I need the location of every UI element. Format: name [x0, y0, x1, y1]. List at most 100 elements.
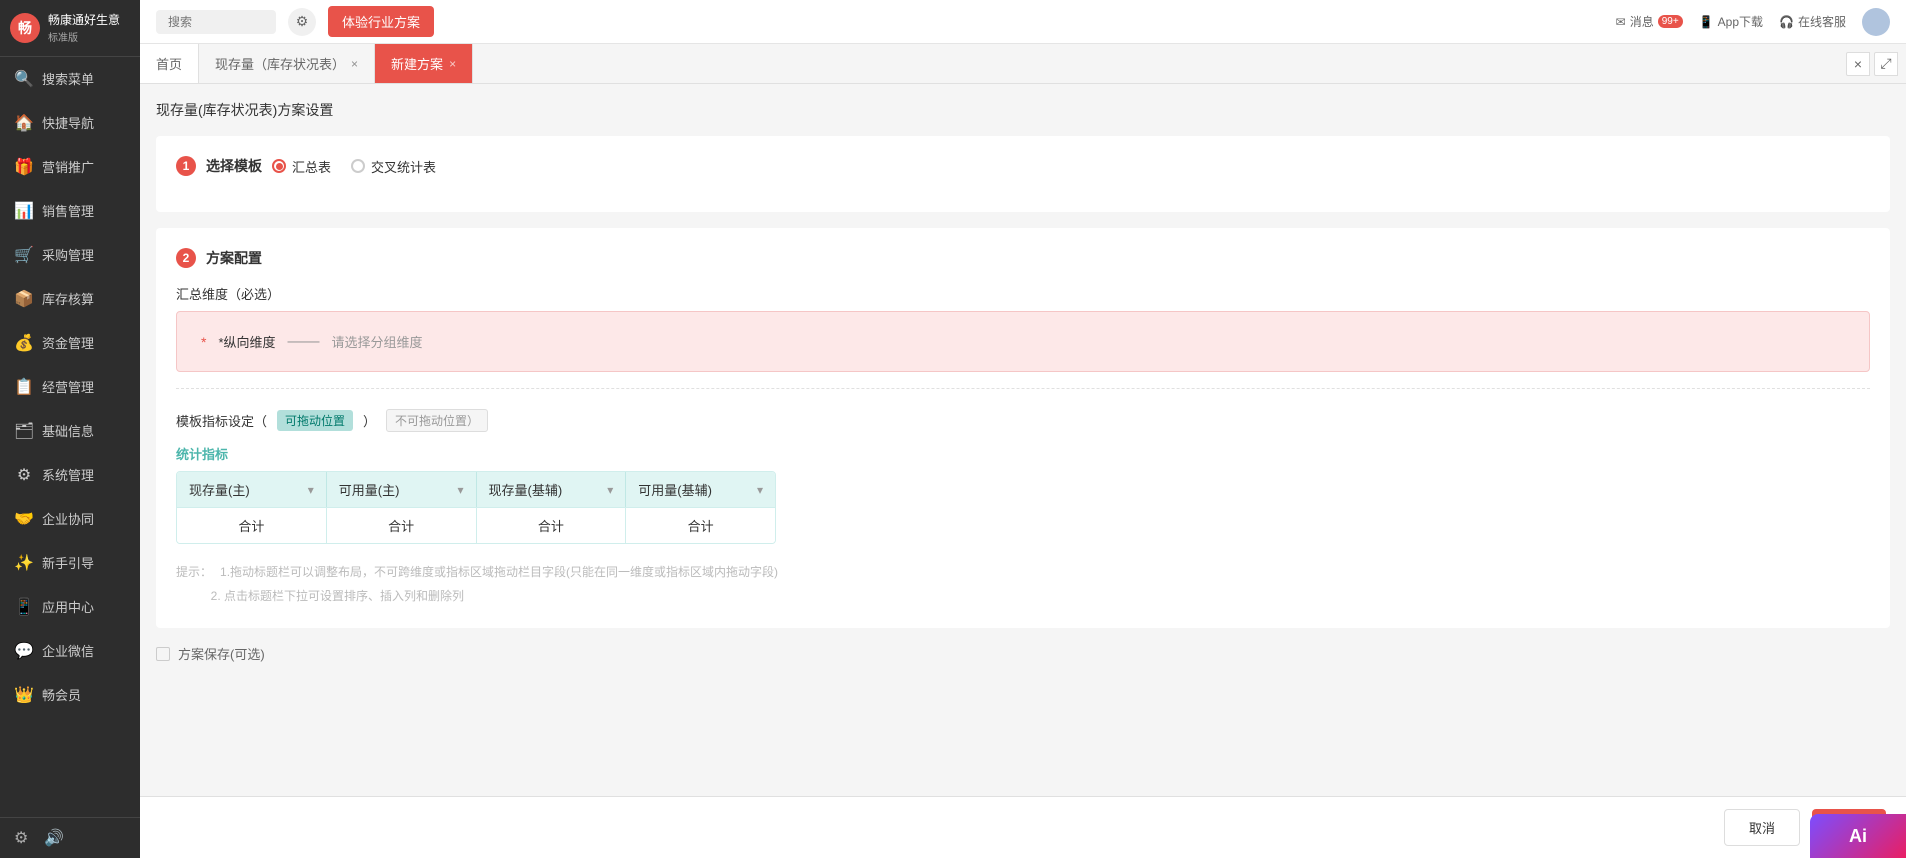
- step2-badge: 2: [176, 248, 196, 268]
- sidebar-item-marketing[interactable]: 🎁 营销推广: [0, 145, 140, 189]
- sidebar-item-label: 库存核算: [42, 289, 94, 308]
- tabbar: 首页 现存量（库存状况表） × 新建方案 × × ⤢: [140, 44, 1906, 84]
- vip-icon: 👑: [14, 685, 34, 705]
- save-checkbox[interactable]: [156, 647, 170, 661]
- customer-service-button[interactable]: 🎧 在线客服: [1779, 13, 1846, 30]
- ai-fab-button[interactable]: Ai: [1810, 814, 1906, 858]
- radio-summary-circle: [272, 159, 286, 173]
- settings-button[interactable]: ⚙: [288, 8, 316, 36]
- tab-inventory-status[interactable]: 现存量（库存状况表） ×: [199, 44, 375, 83]
- tab-new-plan[interactable]: 新建方案 ×: [375, 44, 473, 83]
- gift-icon: 🎁: [14, 157, 34, 177]
- sidebar-item-label: 资金管理: [42, 333, 94, 352]
- sidebar-item-label: 应用中心: [42, 597, 94, 616]
- cancel-button[interactable]: 取消: [1724, 809, 1800, 846]
- download-icon: 📱: [1699, 15, 1714, 29]
- step2-card: 2 方案配置 汇总维度（必选） * *纵向维度 —— 请选择分组维度 模板指标设…: [156, 228, 1890, 628]
- sidebar-item-new-guide[interactable]: ✨ 新手引导: [0, 541, 140, 585]
- sidebar-item-cooperation[interactable]: 🤝 企业协同: [0, 497, 140, 541]
- search-input[interactable]: [156, 10, 276, 34]
- dim-hint: 请选择分组维度: [332, 332, 423, 351]
- step1-badge: 1: [176, 156, 196, 176]
- radio-cross[interactable]: 交叉统计表: [351, 157, 436, 176]
- stat-col-3-label: 可用量(基辅): [638, 480, 712, 499]
- settings-icon[interactable]: ⚙: [14, 828, 28, 848]
- logo-area: 畅 畅康通好生意 标准版: [0, 0, 140, 57]
- stat-col-2: 现存量(基辅) ▾: [477, 472, 627, 507]
- sidebar-item-quick-nav[interactable]: 🏠 快捷导航: [0, 101, 140, 145]
- sidebar-item-operations[interactable]: 📋 经营管理: [0, 365, 140, 409]
- stat-table-row: 合计 合计 合计 合计: [177, 507, 775, 543]
- radio-cross-label: 交叉统计表: [371, 157, 436, 176]
- sidebar-item-system[interactable]: ⚙ 系统管理: [0, 453, 140, 497]
- sidebar-item-label: 采购管理: [42, 245, 94, 264]
- step1-title: 选择模板: [206, 156, 262, 176]
- sidebar-item-sales[interactable]: 📊 销售管理: [0, 189, 140, 233]
- tip-line-1: 提示： 1.拖动标题栏可以调整布局，不可跨维度或指标区域拖动栏目字段(只能在同一…: [176, 560, 1870, 584]
- tip-prefix-2: [176, 584, 203, 608]
- app-name: 畅康通好生意: [48, 12, 120, 29]
- chevron-down-icon-2[interactable]: ▾: [607, 483, 613, 497]
- sound-icon[interactable]: 🔊: [44, 828, 64, 848]
- stat-col-2-label: 现存量(基辅): [489, 480, 563, 499]
- operations-icon: 📋: [14, 377, 34, 397]
- dim-vertical-label: *纵向维度: [218, 332, 275, 351]
- sidebar-item-label: 快捷导航: [42, 113, 94, 132]
- panel-close-button[interactable]: ×: [1846, 52, 1870, 76]
- basic-info-icon: 🗂: [14, 421, 34, 441]
- dim-star: *: [201, 334, 206, 350]
- stat-cell-3: 合计: [626, 508, 775, 543]
- sidebar-item-label: 营销推广: [42, 157, 94, 176]
- indicator-config-header: 模板指标设定（ 可拖动位置 ） 不可拖动位置）: [176, 409, 1870, 432]
- tab-home[interactable]: 首页: [140, 44, 199, 83]
- sidebar-item-search-menu[interactable]: 🔍 搜索菜单: [0, 57, 140, 101]
- panel-expand-button[interactable]: ⤢: [1874, 52, 1898, 76]
- stat-col-1: 可用量(主) ▾: [327, 472, 477, 507]
- chevron-down-icon-0[interactable]: ▾: [308, 483, 314, 497]
- radio-summary[interactable]: 汇总表: [272, 157, 331, 176]
- topbar-right: ✉ 消息 99+ 📱 App下载 🎧 在线客服: [1616, 8, 1890, 36]
- trial-button[interactable]: 体验行业方案: [328, 6, 434, 37]
- tip-prefix-1: 提示：: [176, 560, 212, 584]
- save-option-label: 方案保存(可选): [178, 644, 265, 663]
- sidebar-item-label: 基础信息: [42, 421, 94, 440]
- app-tag: 标准版: [48, 29, 120, 44]
- inventory-icon: 📦: [14, 289, 34, 309]
- sidebar-item-purchase[interactable]: 🛒 采购管理: [0, 233, 140, 277]
- app-download-button[interactable]: 📱 App下载: [1699, 13, 1763, 30]
- message-icon: ✉: [1616, 15, 1626, 29]
- step2-label: 2 方案配置: [176, 248, 1870, 268]
- sidebar-item-inventory[interactable]: 📦 库存核算: [0, 277, 140, 321]
- chevron-down-icon-3[interactable]: ▾: [757, 483, 763, 497]
- messages-badge: 99+: [1658, 15, 1683, 28]
- tab-new-plan-close-icon[interactable]: ×: [449, 57, 456, 71]
- step1-label: 1 选择模板 汇总表 交叉统计表: [176, 156, 1870, 176]
- tab-inventory-close-icon[interactable]: ×: [351, 57, 358, 71]
- stats-title: 统计指标: [176, 444, 1870, 463]
- shopping-icon: 🛒: [14, 245, 34, 265]
- tips-area: 提示： 1.拖动标题栏可以调整布局，不可跨维度或指标区域拖动栏目字段(只能在同一…: [176, 560, 1870, 608]
- search-menu-icon: 🔍: [14, 69, 34, 89]
- sidebar-item-basic-info[interactable]: 🗂 基础信息: [0, 409, 140, 453]
- tab-home-label: 首页: [156, 54, 182, 73]
- tag-movable: 可拖动位置: [277, 410, 353, 431]
- tip-text-1: 1.拖动标题栏可以调整布局，不可跨维度或指标区域拖动栏目字段(只能在同一维度或指…: [220, 560, 778, 584]
- stat-table-header: 现存量(主) ▾ 可用量(主) ▾ 现存量(基辅) ▾ 可用量(基辅): [177, 472, 775, 507]
- dim-required-area: * *纵向维度 —— 请选择分组维度: [176, 311, 1870, 372]
- ai-fab-label: Ai: [1849, 826, 1867, 847]
- app-download-label: App下载: [1718, 13, 1763, 30]
- messages-label: 消息: [1630, 13, 1654, 30]
- headset-icon: 🎧: [1779, 15, 1794, 29]
- sidebar-item-app-center[interactable]: 📱 应用中心: [0, 585, 140, 629]
- avatar[interactable]: [1862, 8, 1890, 36]
- messages-button[interactable]: ✉ 消息 99+: [1616, 13, 1683, 30]
- chevron-down-icon-1[interactable]: ▾: [457, 483, 463, 497]
- sidebar-item-label: 畅会员: [42, 685, 81, 704]
- sidebar-item-label: 新手引导: [42, 553, 94, 572]
- sidebar-item-wechat[interactable]: 💬 企业微信: [0, 629, 140, 673]
- sidebar-item-finance[interactable]: 💰 资金管理: [0, 321, 140, 365]
- cooperation-icon: 🤝: [14, 509, 34, 529]
- sidebar-item-vip[interactable]: 👑 畅会员: [0, 673, 140, 717]
- topbar: ⚙ 体验行业方案 ✉ 消息 99+ 📱 App下载 🎧 在线客服: [140, 0, 1906, 44]
- content-area: 现存量(库存状况表)方案设置 1 选择模板 汇总表 交叉统计表: [140, 84, 1906, 796]
